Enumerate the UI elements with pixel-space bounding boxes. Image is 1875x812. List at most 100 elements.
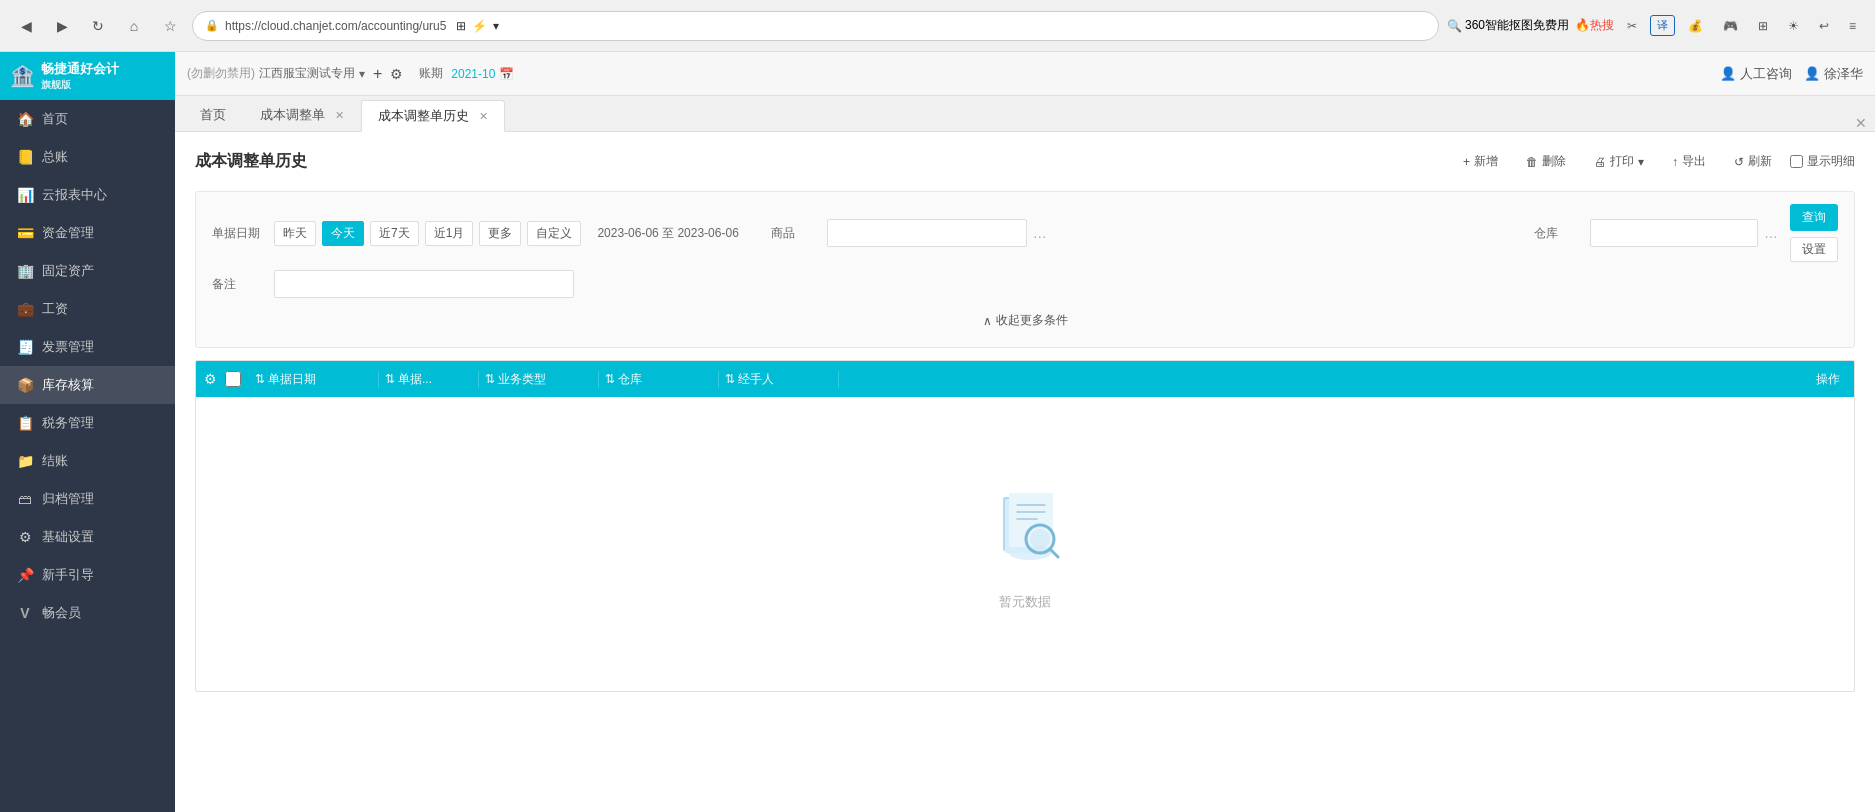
undo-btn[interactable]: ↩ bbox=[1812, 16, 1836, 36]
settings-filter-btn[interactable]: 设置 bbox=[1790, 237, 1838, 262]
address-bar[interactable]: 🔒 https://cloud.chanjet.com/accounting/u… bbox=[192, 11, 1439, 41]
sort-icon: ⇅ bbox=[255, 372, 265, 386]
sidebar-item-close-accounts[interactable]: 📁 结账 bbox=[0, 442, 175, 480]
sidebar-item-salary[interactable]: 💼 工资 bbox=[0, 290, 175, 328]
export-btn[interactable]: ↑ 导出 bbox=[1662, 148, 1716, 175]
delete-label: 删除 bbox=[1542, 153, 1566, 170]
warehouse-more-btn[interactable]: … bbox=[1764, 225, 1778, 241]
sort-icon: ⇅ bbox=[725, 372, 735, 386]
sidebar-item-invoice[interactable]: 🧾 发票管理 bbox=[0, 328, 175, 366]
brightness-btn[interactable]: ☀ bbox=[1781, 16, 1806, 36]
consult-icon: 👤 bbox=[1720, 66, 1736, 81]
th-date[interactable]: ⇅ 单据日期 bbox=[249, 371, 379, 388]
main-content: (勿删勿禁用) 江西服宝测试专用 ▾ + ⚙ 账期 2021-10 📅 👤 人工… bbox=[175, 52, 1875, 812]
show-detail-label: 显示明细 bbox=[1807, 153, 1855, 170]
grid-view-btn[interactable]: ⊞ bbox=[1751, 16, 1775, 36]
collapse-btn[interactable]: ∧ 收起更多条件 bbox=[212, 306, 1838, 335]
calendar-icon: 📅 bbox=[499, 67, 514, 81]
table-container: ⚙ ⇅ 单据日期 ⇅ 单据... ⇅ 业务类型 bbox=[195, 360, 1855, 692]
filter-section: 单据日期 昨天 今天 近7天 近1月 更多 自定义 2023-06-06 至 2… bbox=[195, 191, 1855, 348]
home-button[interactable]: ⌂ bbox=[120, 12, 148, 40]
translate-btn[interactable]: 译 bbox=[1650, 15, 1675, 36]
wallet-btn[interactable]: 💰 bbox=[1681, 16, 1710, 36]
search-tool[interactable]: 🔍 360智能抠图免费用 bbox=[1447, 17, 1569, 34]
sidebar-item-home[interactable]: 🏠 首页 bbox=[0, 100, 175, 138]
sidebar-item-capital[interactable]: 💳 资金管理 bbox=[0, 214, 175, 252]
date-btn-7days[interactable]: 近7天 bbox=[370, 221, 419, 246]
date-btn-today[interactable]: 今天 bbox=[322, 221, 364, 246]
print-btn[interactable]: 🖨 打印 ▾ bbox=[1584, 148, 1654, 175]
tab-cost-adjust-close[interactable]: ✕ bbox=[335, 109, 344, 122]
add-company-btn[interactable]: + bbox=[373, 65, 382, 83]
sidebar-item-fixed-assets[interactable]: 🏢 固定资产 bbox=[0, 252, 175, 290]
goods-input[interactable] bbox=[827, 219, 1027, 247]
refresh-btn[interactable]: ↺ 刷新 bbox=[1724, 148, 1782, 175]
period-selector[interactable]: 账期 2021-10 📅 bbox=[419, 65, 514, 82]
new-btn[interactable]: + 新增 bbox=[1453, 148, 1508, 175]
sidebar-item-label: 总账 bbox=[42, 148, 68, 166]
logo-icon: 🏦 bbox=[10, 64, 35, 88]
date-btn-more[interactable]: 更多 bbox=[479, 221, 521, 246]
warehouse-input[interactable] bbox=[1590, 219, 1758, 247]
refresh-button[interactable]: ↻ bbox=[84, 12, 112, 40]
table-select-all[interactable] bbox=[225, 371, 241, 387]
scissors-btn[interactable]: ✂ bbox=[1620, 16, 1644, 36]
page-actions: + 新增 🗑 删除 🖨 打印 ▾ ↑ 导出 bbox=[1453, 148, 1855, 175]
th-warehouse[interactable]: ⇅ 仓库 bbox=[599, 371, 719, 388]
filter-note-row: 备注 bbox=[212, 270, 1838, 298]
date-range-text: 2023-06-06 至 2023-06-06 bbox=[597, 225, 738, 242]
sidebar-item-reports[interactable]: 📊 云报表中心 bbox=[0, 176, 175, 214]
back-button[interactable]: ◀ bbox=[12, 12, 40, 40]
th-type[interactable]: ⇅ 业务类型 bbox=[479, 371, 599, 388]
company-selector[interactable]: (勿删勿禁用) 江西服宝测试专用 ▾ bbox=[187, 65, 365, 82]
date-options: 昨天 今天 近7天 近1月 更多 自定义 bbox=[274, 221, 581, 246]
th-date-label: 单据日期 bbox=[268, 371, 316, 388]
show-detail-checkbox[interactable]: 显示明细 bbox=[1790, 153, 1855, 170]
table-header-row: ⇅ 单据日期 ⇅ 单据... ⇅ 业务类型 ⇅ bbox=[249, 371, 1846, 388]
star-button[interactable]: ☆ bbox=[156, 12, 184, 40]
add-icon: + bbox=[1463, 155, 1470, 169]
tab-cost-adjust[interactable]: 成本调整单 ✕ bbox=[243, 99, 361, 131]
goods-label: 商品 bbox=[771, 225, 821, 242]
tab-cost-adjust-history[interactable]: 成本调整单历史 ✕ bbox=[361, 100, 505, 132]
th-number[interactable]: ⇅ 单据... bbox=[379, 371, 479, 388]
th-action: 操作 bbox=[839, 371, 1846, 388]
sidebar-item-inventory[interactable]: 📦 库存核算 bbox=[0, 366, 175, 404]
goods-more-btn[interactable]: … bbox=[1033, 225, 1047, 241]
user-info[interactable]: 👤 徐泽华 bbox=[1804, 65, 1863, 83]
th-operator[interactable]: ⇅ 经手人 bbox=[719, 371, 839, 388]
page-content: 成本调整单历史 + 新增 🗑 删除 🖨 打印 ▾ bbox=[175, 132, 1875, 812]
menu-btn[interactable]: ≡ bbox=[1842, 16, 1863, 36]
tab-bar-close-btn[interactable]: ✕ bbox=[1855, 115, 1867, 131]
tax-icon: 📋 bbox=[16, 415, 34, 431]
forward-button[interactable]: ▶ bbox=[48, 12, 76, 40]
tab-cost-adjust-history-close[interactable]: ✕ bbox=[479, 110, 488, 123]
tab-home[interactable]: 首页 bbox=[183, 99, 243, 131]
sidebar-item-label: 首页 bbox=[42, 110, 68, 128]
sidebar-item-settings[interactable]: ⚙ 基础设置 bbox=[0, 518, 175, 556]
date-btn-1month[interactable]: 近1月 bbox=[425, 221, 474, 246]
table-gear-icon[interactable]: ⚙ bbox=[204, 371, 217, 387]
delete-btn[interactable]: 🗑 删除 bbox=[1516, 148, 1576, 175]
sidebar-item-archive[interactable]: 🗃 归档管理 bbox=[0, 480, 175, 518]
sidebar: 🏦 畅捷通好会计 旗舰版 🏠 首页 📒 总账 📊 云报表中心 💳 资金管理 🏢 … bbox=[0, 52, 175, 812]
sidebar-item-guide[interactable]: 📌 新手引导 bbox=[0, 556, 175, 594]
fixed-assets-icon: 🏢 bbox=[16, 263, 34, 279]
date-btn-yesterday[interactable]: 昨天 bbox=[274, 221, 316, 246]
show-detail-check[interactable] bbox=[1790, 155, 1803, 168]
new-label: 新增 bbox=[1474, 153, 1498, 170]
th-number-label: 单据... bbox=[398, 371, 432, 388]
note-input[interactable] bbox=[274, 270, 574, 298]
consult-btn[interactable]: 👤 人工咨询 bbox=[1720, 65, 1792, 83]
sidebar-item-vip[interactable]: V 畅会员 bbox=[0, 594, 175, 632]
settings-icon: ⚙ bbox=[16, 529, 34, 545]
game-btn[interactable]: 🎮 bbox=[1716, 16, 1745, 36]
sidebar-item-ledger[interactable]: 📒 总账 bbox=[0, 138, 175, 176]
inventory-icon: 📦 bbox=[16, 377, 34, 393]
sort-icon: ⇅ bbox=[385, 372, 395, 386]
date-btn-custom[interactable]: 自定义 bbox=[527, 221, 581, 246]
sidebar-item-label: 畅会员 bbox=[42, 604, 81, 622]
company-settings-btn[interactable]: ⚙ bbox=[390, 66, 403, 82]
query-btn[interactable]: 查询 bbox=[1790, 204, 1838, 231]
sidebar-item-tax[interactable]: 📋 税务管理 bbox=[0, 404, 175, 442]
